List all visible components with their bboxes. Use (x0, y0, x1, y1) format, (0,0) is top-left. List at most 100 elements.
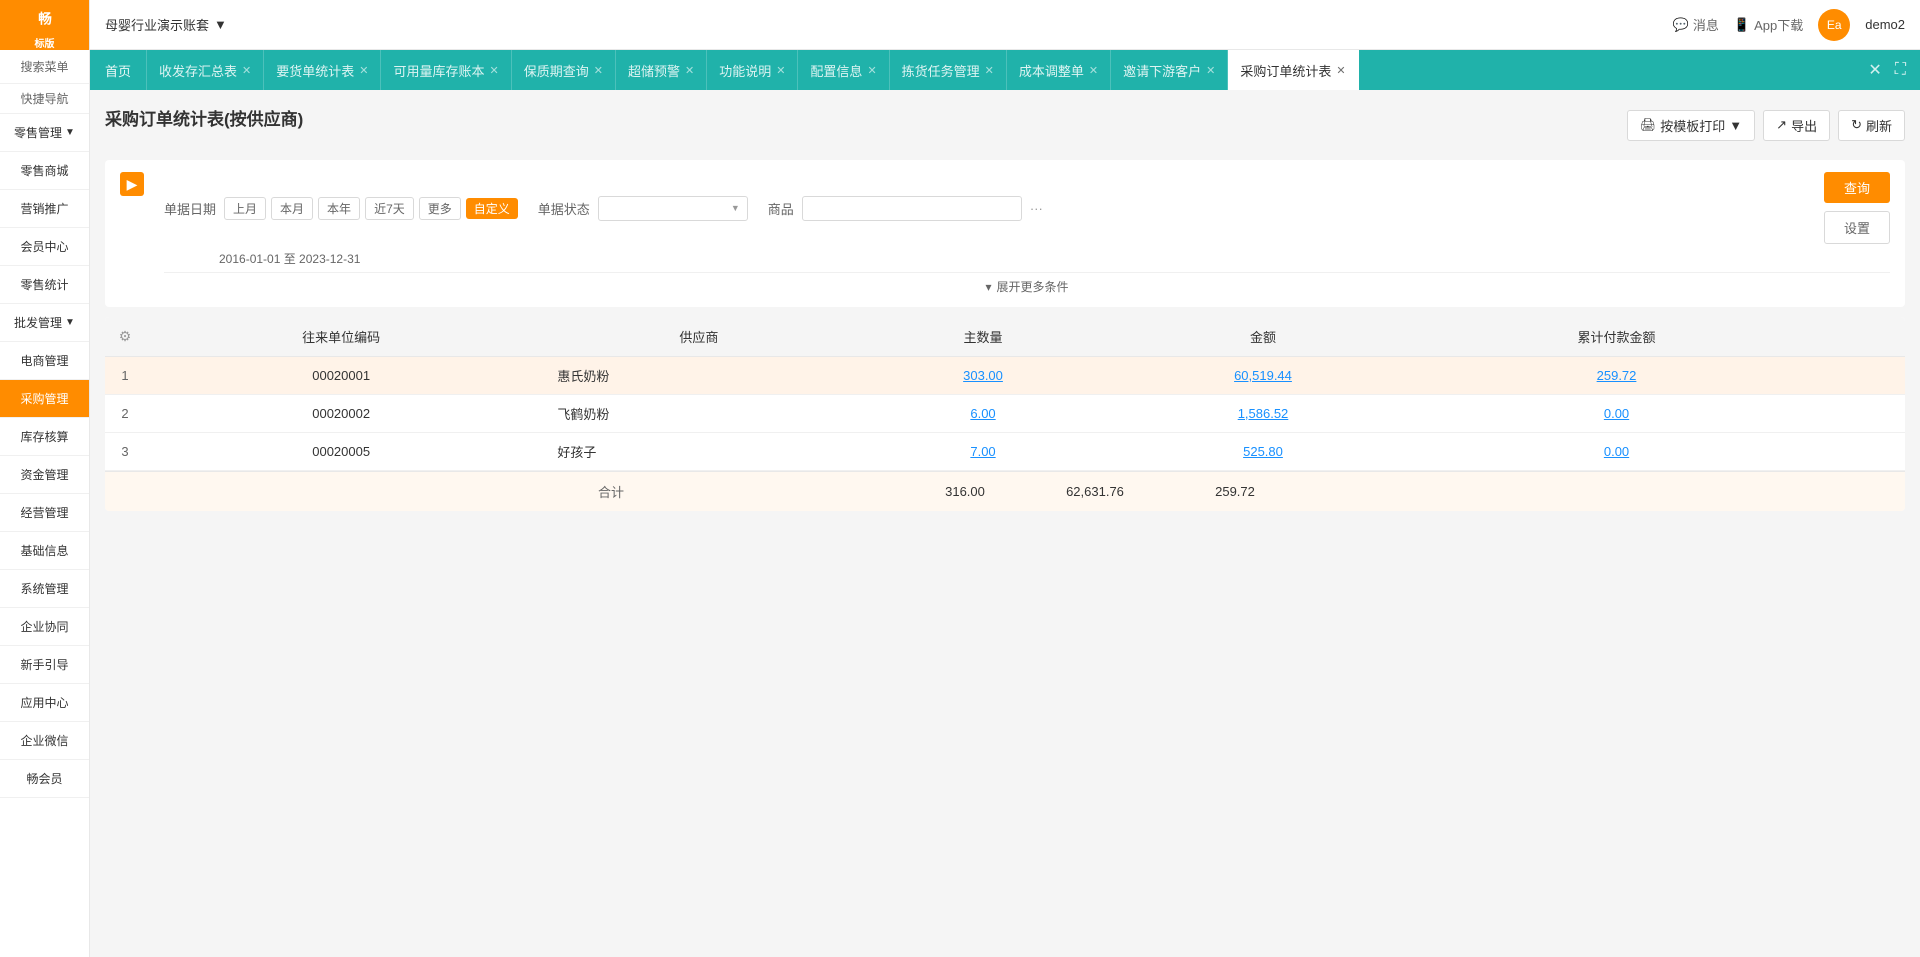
cell-amount[interactable]: 60,519.44 (1106, 357, 1421, 395)
product-filter-group: 商品 ··· (768, 196, 1043, 221)
date-range-display: 2016-01-01 至 2023-12-31 (164, 250, 1890, 267)
cell-empty (1813, 433, 1905, 471)
date-btn-more[interactable]: 更多 (419, 197, 461, 220)
expand-more-btn[interactable]: ▾ 展开更多条件 (164, 272, 1890, 295)
company-selector[interactable]: 母婴行业演示账套 ▼ (105, 15, 227, 34)
tab-pickup-task[interactable]: 拣货任务管理 ✕ (890, 50, 1007, 90)
sidebar-item-retail-stats[interactable]: 零售统计 (0, 266, 89, 304)
export-button[interactable]: ↗ 导出 (1763, 110, 1830, 141)
date-btn-custom[interactable]: 自定义 (466, 198, 518, 219)
tab-expiry-query[interactable]: 保质期查询 ✕ (512, 50, 616, 90)
tab-cost-adjust[interactable]: 成本调整单 ✕ (1007, 50, 1111, 90)
cell-index: 2 (105, 395, 145, 433)
tab-function-desc[interactable]: 功能说明 ✕ (707, 50, 798, 90)
tab-close-icon[interactable]: ✕ (985, 64, 994, 77)
message-button[interactable]: 💬 消息 (1673, 15, 1719, 34)
print-button[interactable]: 🖨 按模板打印 ▼ (1627, 110, 1755, 141)
refresh-button[interactable]: ↻ 刷新 (1838, 110, 1905, 141)
tab-close-icon[interactable]: ✕ (490, 64, 499, 77)
table-row[interactable]: 1 00020001 惠氏奶粉 303.00 60,519.44 259.72 (105, 357, 1905, 395)
date-filter-group: 单据日期 上月 本月 本年 近7天 更多 自定义 (164, 197, 518, 220)
tab-label: 收发存汇总表 (159, 61, 237, 80)
close-tab-button[interactable]: ✕ (1864, 56, 1885, 84)
cell-paid[interactable]: 0.00 (1420, 433, 1812, 471)
user-avatar: Ea (1818, 9, 1850, 41)
tab-config[interactable]: 配置信息 ✕ (798, 50, 889, 90)
username-label[interactable]: demo2 (1865, 17, 1905, 32)
sidebar-item-vip[interactable]: 畅会员 (0, 760, 89, 798)
product-input[interactable] (802, 196, 1022, 221)
cell-paid[interactable]: 259.72 (1420, 357, 1812, 395)
status-select[interactable] (598, 196, 748, 221)
cell-quantity[interactable]: 7.00 (860, 433, 1105, 471)
table-row[interactable]: 2 00020002 飞鹤奶粉 6.00 1,586.52 0.00 (105, 395, 1905, 433)
tab-order-summary[interactable]: 要货单统计表 ✕ (264, 50, 381, 90)
tab-home[interactable]: 首页 (90, 50, 147, 90)
search-menu[interactable]: 搜索菜单 (0, 50, 89, 84)
header-actions: 🖨 按模板打印 ▼ ↗ 导出 ↻ 刷新 (1627, 110, 1905, 141)
app-logo: 畅 标版 (0, 0, 89, 50)
query-button[interactable]: 查询 (1824, 172, 1890, 203)
page-header: 采购订单统计表(按供应商) 🖨 按模板打印 ▼ ↗ 导出 ↻ 刷新 (105, 105, 1905, 145)
settings-icon[interactable]: ⚙ (119, 328, 132, 344)
sidebar-item-ent-wechat[interactable]: 企业微信 (0, 722, 89, 760)
svg-text:畅: 畅 (38, 10, 52, 26)
cell-quantity[interactable]: 6.00 (860, 395, 1105, 433)
cell-amount[interactable]: 525.80 (1106, 433, 1421, 471)
sidebar-item-member[interactable]: 会员中心 (0, 228, 89, 266)
page-content: 采购订单统计表(按供应商) 🖨 按模板打印 ▼ ↗ 导出 ↻ 刷新 (90, 90, 1920, 957)
tab-close-icon[interactable]: ✕ (867, 64, 876, 77)
tab-invite-downstream[interactable]: 邀请下游客户 ✕ (1111, 50, 1228, 90)
sidebar-item-wholesale[interactable]: 批发管理 ▼ (0, 304, 89, 342)
tab-label: 拣货任务管理 (902, 61, 980, 80)
tab-purchase-order-summary[interactable]: 采购订单统计表 ✕ (1228, 50, 1358, 90)
sidebar-item-enterprise[interactable]: 企业协同 (0, 608, 89, 646)
sidebar-item-finance[interactable]: 资金管理 (0, 456, 89, 494)
chevron-down-icon: ▼ (65, 127, 75, 138)
tab-label: 超储预警 (628, 61, 680, 80)
date-btn-last-month[interactable]: 上月 (224, 197, 266, 220)
tab-close-icon[interactable]: ✕ (242, 64, 251, 77)
table-row[interactable]: 3 00020005 好孩子 7.00 525.80 0.00 (105, 433, 1905, 471)
expand-tab-button[interactable]: ⛶ (1891, 57, 1910, 83)
tab-close-icon[interactable]: ✕ (776, 64, 785, 77)
more-options-icon[interactable]: ··· (1030, 201, 1043, 216)
tab-receive-summary[interactable]: 收发存汇总表 ✕ (147, 50, 264, 90)
sidebar-item-retail-mall[interactable]: 零售商城 (0, 152, 89, 190)
sidebar-item-ecommerce[interactable]: 电商管理 (0, 342, 89, 380)
th-supplier: 供应商 (537, 317, 860, 357)
cell-index: 1 (105, 357, 145, 395)
sidebar-item-marketing[interactable]: 营销推广 (0, 190, 89, 228)
tab-close-icon[interactable]: ✕ (594, 64, 603, 77)
topbar: 母婴行业演示账套 ▼ 💬 消息 📱 App下载 Ea demo2 (90, 0, 1920, 50)
tab-close-icon[interactable]: ✕ (1089, 64, 1098, 77)
tab-close-icon[interactable]: ✕ (359, 64, 368, 77)
sidebar-item-newguide[interactable]: 新手引导 (0, 646, 89, 684)
data-table: ⚙ 往来单位编码 供应商 主数量 金额 (105, 317, 1905, 471)
quick-nav[interactable]: 快捷导航 (0, 84, 89, 114)
sidebar-item-retail-mgmt[interactable]: 零售管理 ▼ (0, 114, 89, 152)
setting-button[interactable]: 设置 (1824, 211, 1890, 244)
filter-toggle-button[interactable]: ▶ (120, 172, 144, 196)
tab-available-stock[interactable]: 可用量库存账本 ✕ (381, 50, 511, 90)
tab-close-icon[interactable]: ✕ (1206, 64, 1215, 77)
sidebar-item-basic[interactable]: 基础信息 (0, 532, 89, 570)
footer-paid: 259.72 (1165, 484, 1305, 499)
cell-amount[interactable]: 1,586.52 (1106, 395, 1421, 433)
cell-paid[interactable]: 0.00 (1420, 395, 1812, 433)
sidebar-item-appcenter[interactable]: 应用中心 (0, 684, 89, 722)
cell-index: 3 (105, 433, 145, 471)
cell-quantity[interactable]: 303.00 (860, 357, 1105, 395)
sidebar-item-system[interactable]: 系统管理 (0, 570, 89, 608)
sidebar-item-stock[interactable]: 库存核算 (0, 418, 89, 456)
tab-close-icon[interactable]: ✕ (1336, 64, 1345, 77)
tab-overstock[interactable]: 超储预警 ✕ (616, 50, 707, 90)
date-btn-this-month[interactable]: 本月 (271, 197, 313, 220)
app-download-button[interactable]: 📱 App下载 (1734, 15, 1803, 34)
date-btn-7days[interactable]: 近7天 (365, 197, 414, 220)
tab-close-icon[interactable]: ✕ (685, 64, 694, 77)
tabbar-actions: ✕ ⛶ (1864, 56, 1920, 84)
sidebar-item-ops[interactable]: 经营管理 (0, 494, 89, 532)
date-btn-this-year[interactable]: 本年 (318, 197, 360, 220)
sidebar-item-purchase[interactable]: 采购管理 (0, 380, 89, 418)
